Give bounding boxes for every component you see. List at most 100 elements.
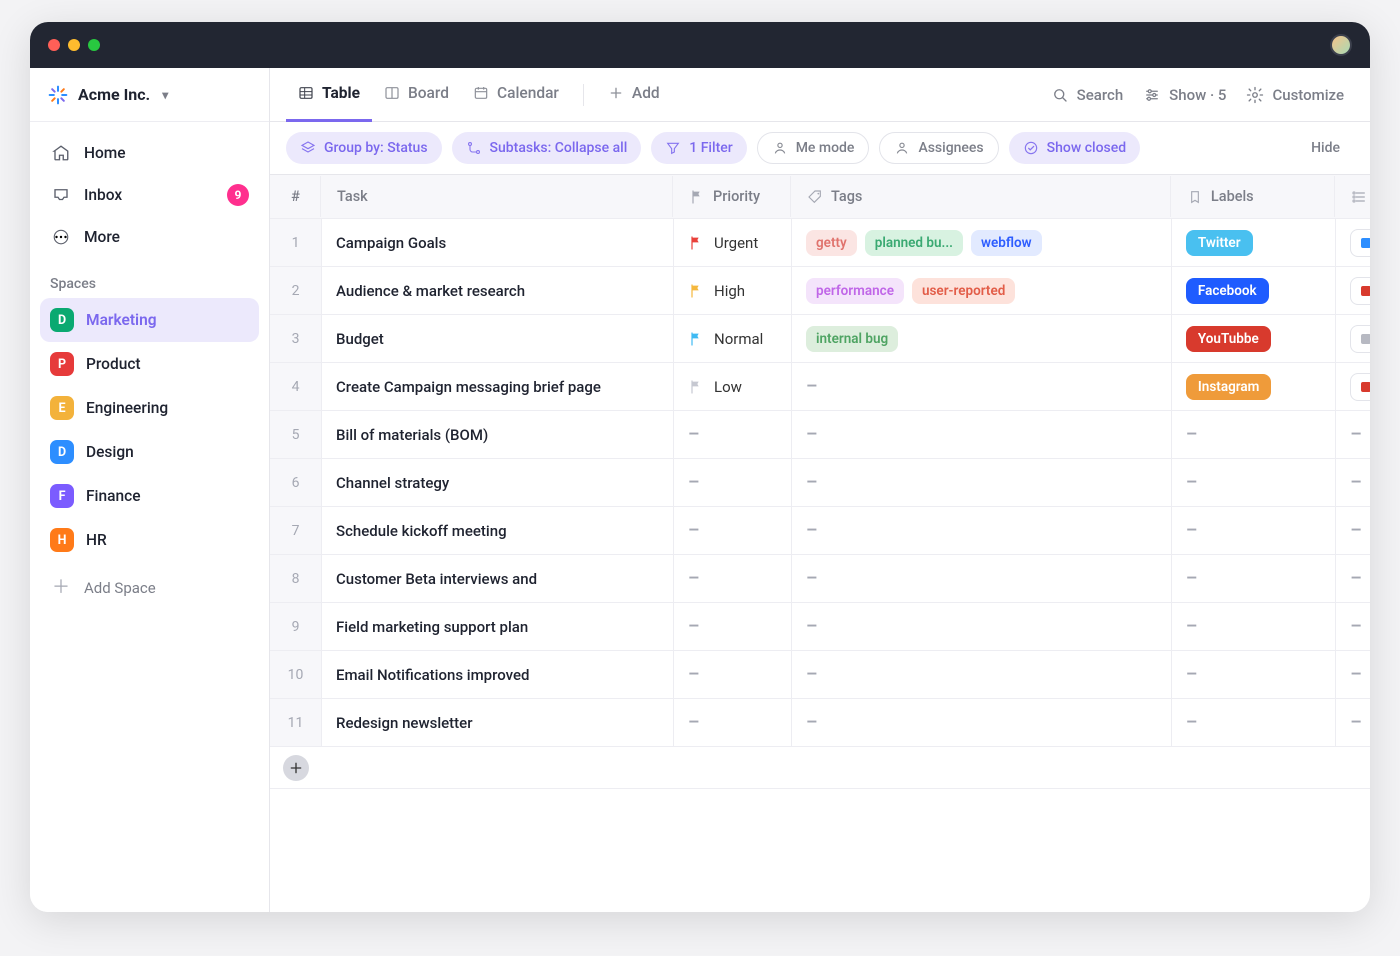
priority-cell[interactable]: – <box>674 603 792 651</box>
table-scroll-area[interactable]: # Task Priority Tags Labels Subtasks 1 C… <box>270 175 1370 912</box>
subtasks-cell[interactable]: Email Notificat <box>1336 267 1370 315</box>
user-avatar[interactable] <box>1330 34 1352 56</box>
priority-cell[interactable]: High <box>674 267 792 315</box>
subtask-chip[interactable]: Redesign Chro <box>1350 373 1370 401</box>
subtasks-cell[interactable]: – <box>1336 651 1370 699</box>
space-item-finance[interactable]: F Finance <box>40 474 259 518</box>
labels-cell[interactable]: YouTubbe <box>1172 315 1336 363</box>
labels-cell[interactable]: – <box>1172 603 1336 651</box>
add-view-button[interactable]: Add <box>596 68 672 122</box>
subtasks-cell[interactable]: Git v2+ <box>1336 315 1370 363</box>
labels-cell[interactable]: Instagram <box>1172 363 1336 411</box>
tags-cell[interactable]: performanceuser-reported <box>792 267 1172 315</box>
view-tab-board[interactable]: Board <box>372 68 461 122</box>
priority-cell[interactable]: – <box>674 459 792 507</box>
priority-cell[interactable]: Urgent <box>674 219 792 267</box>
task-row[interactable]: 5 Bill of materials (BOM) – – – – <box>270 411 1370 459</box>
tag-chip[interactable]: internal bug <box>806 326 898 352</box>
tags-cell[interactable]: – <box>792 363 1172 411</box>
task-name[interactable]: Campaign Goals <box>336 234 446 252</box>
col-tags-header[interactable]: Tags <box>831 188 862 205</box>
subtask-chip[interactable]: Git v2 <box>1350 325 1370 353</box>
subtasks-cell[interactable]: – <box>1336 555 1370 603</box>
workspace-switcher[interactable]: Acme Inc. ▾ <box>30 68 269 122</box>
add-task-button[interactable] <box>283 755 309 781</box>
sidebar-nav-more[interactable]: More <box>40 216 259 258</box>
tags-cell[interactable]: – <box>792 459 1172 507</box>
col-task-header[interactable]: Task <box>337 188 368 205</box>
priority-cell[interactable]: Normal <box>674 315 792 363</box>
labels-cell[interactable]: – <box>1172 699 1336 747</box>
task-name[interactable]: Schedule kickoff meeting <box>336 522 507 540</box>
label-chip[interactable]: YouTubbe <box>1186 326 1271 352</box>
add-space-button[interactable]: ＋ Add Space <box>40 566 259 610</box>
space-item-design[interactable]: D Design <box>40 430 259 474</box>
task-name[interactable]: Create Campaign messaging brief page <box>336 378 601 396</box>
subtask-chip[interactable]: Email Notificat <box>1350 277 1370 305</box>
space-item-hr[interactable]: H HR <box>40 518 259 562</box>
add-task-row[interactable] <box>270 747 1370 789</box>
task-row[interactable]: 7 Schedule kickoff meeting – – – – <box>270 507 1370 555</box>
priority-cell[interactable]: – <box>674 555 792 603</box>
space-item-marketing[interactable]: D Marketing <box>40 298 259 342</box>
task-name[interactable]: Bill of materials (BOM) <box>336 426 488 444</box>
labels-cell[interactable]: – <box>1172 411 1336 459</box>
tags-cell[interactable]: – <box>792 699 1172 747</box>
subtasks-cell[interactable]: Redesign Chro <box>1336 363 1370 411</box>
maximize-window-icon[interactable] <box>88 39 100 51</box>
task-row[interactable]: 2 Audience & market research High perfor… <box>270 267 1370 315</box>
space-item-engineering[interactable]: E Engineering <box>40 386 259 430</box>
labels-cell[interactable]: – <box>1172 555 1336 603</box>
tag-chip[interactable]: getty <box>806 230 857 256</box>
task-row[interactable]: 4 Create Campaign messaging brief page L… <box>270 363 1370 411</box>
task-row[interactable]: 6 Channel strategy – – – – <box>270 459 1370 507</box>
task-row[interactable]: 9 Field marketing support plan – – – – <box>270 603 1370 651</box>
tags-cell[interactable]: – <box>792 507 1172 555</box>
task-row[interactable]: 1 Campaign Goals Urgent gettyplanned bu.… <box>270 219 1370 267</box>
subtasks-cell[interactable]: – <box>1336 459 1370 507</box>
priority-cell[interactable]: – <box>674 699 792 747</box>
priority-cell[interactable]: – <box>674 411 792 459</box>
labels-cell[interactable]: – <box>1172 507 1336 555</box>
tags-cell[interactable]: – <box>792 651 1172 699</box>
tags-cell[interactable]: – <box>792 603 1172 651</box>
group-by-pill[interactable]: Group by: Status <box>286 132 442 164</box>
subtask-chip[interactable]: Reminders for <box>1350 229 1370 257</box>
labels-cell[interactable]: Twitter <box>1172 219 1336 267</box>
labels-cell[interactable]: Facebook <box>1172 267 1336 315</box>
subtasks-cell[interactable]: – <box>1336 699 1370 747</box>
tag-chip[interactable]: planned bu... <box>865 230 963 256</box>
subtasks-pill[interactable]: Subtasks: Collapse all <box>452 132 642 164</box>
tags-cell[interactable]: getty planned bu... webflow <box>792 219 1172 267</box>
hide-button[interactable]: Hide <box>1297 132 1354 164</box>
col-labels-header[interactable]: Labels <box>1211 188 1254 205</box>
col-number-header[interactable]: # <box>291 188 300 205</box>
view-tab-table[interactable]: Table <box>286 68 372 122</box>
me-mode-pill[interactable]: Me mode <box>757 132 870 164</box>
subtasks-cell[interactable]: – <box>1336 411 1370 459</box>
assignees-pill[interactable]: Assignees <box>879 132 998 164</box>
labels-cell[interactable]: – <box>1172 651 1336 699</box>
task-row[interactable]: 8 Customer Beta interviews and – – – – <box>270 555 1370 603</box>
priority-cell[interactable]: – <box>674 507 792 555</box>
label-chip[interactable]: Twitter <box>1186 230 1253 256</box>
task-name[interactable]: Channel strategy <box>336 474 449 492</box>
task-name[interactable]: Email Notifications improved <box>336 666 529 684</box>
tag-chip[interactable]: webflow <box>971 230 1042 256</box>
subtasks-cell[interactable]: Reminders for <box>1336 219 1370 267</box>
tags-cell[interactable]: – <box>792 555 1172 603</box>
task-name[interactable]: Field marketing support plan <box>336 618 528 636</box>
view-tab-calendar[interactable]: Calendar <box>461 68 571 122</box>
tag-chip[interactable]: user-reported <box>912 278 1015 304</box>
task-name[interactable]: Audience & market research <box>336 282 525 300</box>
tags-cell[interactable]: – <box>792 411 1172 459</box>
tags-cell[interactable]: internal bug <box>792 315 1172 363</box>
priority-cell[interactable]: Low <box>674 363 792 411</box>
space-item-product[interactable]: P Product <box>40 342 259 386</box>
show-closed-pill[interactable]: Show closed <box>1009 132 1140 164</box>
close-window-icon[interactable] <box>48 39 60 51</box>
toolbar-search-button[interactable]: Search <box>1041 77 1134 113</box>
sidebar-nav-inbox[interactable]: Inbox 9 <box>40 174 259 216</box>
subtasks-cell[interactable]: – <box>1336 507 1370 555</box>
subtasks-cell[interactable]: – <box>1336 603 1370 651</box>
